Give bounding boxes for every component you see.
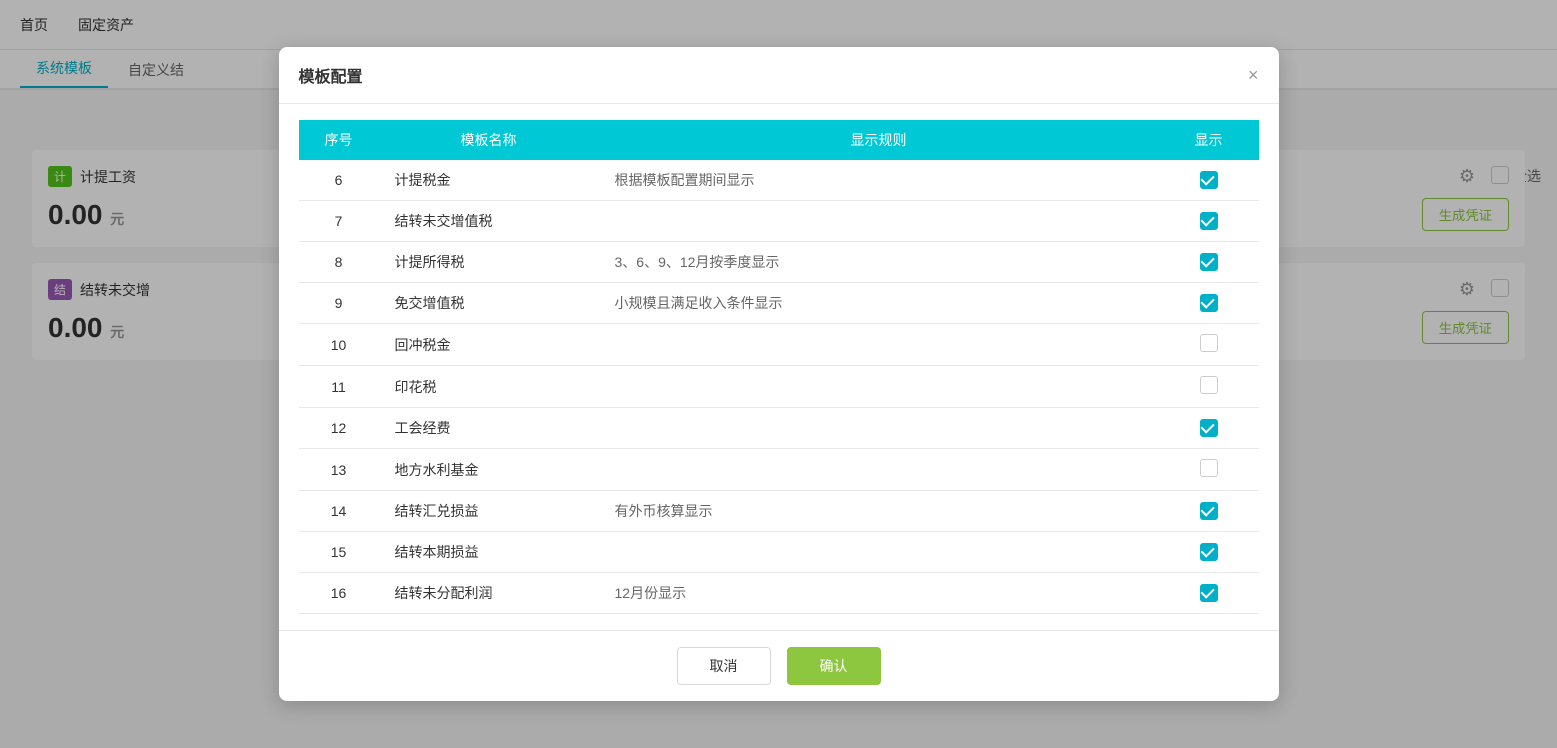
modal-header: 模板配置 × xyxy=(279,47,1279,104)
checkbox-icon[interactable] xyxy=(1200,294,1218,312)
table-row: 7结转未交增值税 xyxy=(299,201,1259,242)
cell-rule xyxy=(599,201,1159,242)
table-row: 13地方水利基金 xyxy=(299,449,1259,491)
cell-name: 回冲税金 xyxy=(379,324,599,366)
cell-checkbox[interactable] xyxy=(1159,242,1259,283)
checkbox-icon[interactable] xyxy=(1200,502,1218,520)
cell-checkbox[interactable] xyxy=(1159,283,1259,324)
cell-id: 12 xyxy=(299,408,379,449)
table-body: 6计提税金根据模板配置期间显示7结转未交增值税8计提所得税3、6、9、12月按季… xyxy=(299,160,1259,614)
checkbox-icon[interactable] xyxy=(1200,543,1218,561)
cell-rule xyxy=(599,449,1159,491)
cell-id: 9 xyxy=(299,283,379,324)
checkbox-icon[interactable] xyxy=(1200,459,1218,477)
table-row: 9免交增值税小规模且满足收入条件显示 xyxy=(299,283,1259,324)
cell-rule: 有外币核算显示 xyxy=(599,491,1159,532)
table-row: 10回冲税金 xyxy=(299,324,1259,366)
cell-id: 15 xyxy=(299,532,379,573)
cell-checkbox[interactable] xyxy=(1159,201,1259,242)
table-row: 6计提税金根据模板配置期间显示 xyxy=(299,160,1259,201)
cell-rule xyxy=(599,532,1159,573)
cell-checkbox[interactable] xyxy=(1159,449,1259,491)
cell-checkbox[interactable] xyxy=(1159,324,1259,366)
cell-name: 地方水利基金 xyxy=(379,449,599,491)
modal-close-button[interactable]: × xyxy=(1248,66,1259,84)
cell-name: 结转未分配利润 xyxy=(379,573,599,614)
checkbox-icon[interactable] xyxy=(1200,253,1218,271)
cell-name: 工会经费 xyxy=(379,408,599,449)
cell-rule: 12月份显示 xyxy=(599,573,1159,614)
col-header-id: 序号 xyxy=(299,120,379,160)
cell-name: 免交增值税 xyxy=(379,283,599,324)
cell-id: 8 xyxy=(299,242,379,283)
cell-rule xyxy=(599,366,1159,408)
cell-checkbox[interactable] xyxy=(1159,573,1259,614)
cell-id: 14 xyxy=(299,491,379,532)
cell-id: 7 xyxy=(299,201,379,242)
cell-id: 13 xyxy=(299,449,379,491)
table-row: 16结转未分配利润12月份显示 xyxy=(299,573,1259,614)
config-table: 序号 模板名称 显示规则 显示 6计提税金根据模板配置期间显示7结转未交增值税8… xyxy=(299,120,1259,614)
cell-rule xyxy=(599,324,1159,366)
cell-name: 计提所得税 xyxy=(379,242,599,283)
modal-body: 序号 模板名称 显示规则 显示 6计提税金根据模板配置期间显示7结转未交增值税8… xyxy=(279,104,1279,630)
checkbox-icon[interactable] xyxy=(1200,212,1218,230)
cell-rule: 小规模且满足收入条件显示 xyxy=(599,283,1159,324)
modal-dialog: 模板配置 × 序号 模板名称 显示规则 显示 6计提税金根据模板配置期间显 xyxy=(279,47,1279,701)
cell-name: 结转汇兑损益 xyxy=(379,491,599,532)
table-header-row: 序号 模板名称 显示规则 显示 xyxy=(299,120,1259,160)
cell-id: 6 xyxy=(299,160,379,201)
cell-checkbox[interactable] xyxy=(1159,532,1259,573)
cell-id: 10 xyxy=(299,324,379,366)
col-header-rule: 显示规则 xyxy=(599,120,1159,160)
checkbox-icon[interactable] xyxy=(1200,334,1218,352)
modal-footer: 取消 确认 xyxy=(279,630,1279,701)
cell-checkbox[interactable] xyxy=(1159,366,1259,408)
table-row: 8计提所得税3、6、9、12月按季度显示 xyxy=(299,242,1259,283)
checkbox-icon[interactable] xyxy=(1200,584,1218,602)
cell-name: 结转未交增值税 xyxy=(379,201,599,242)
col-header-display: 显示 xyxy=(1159,120,1259,160)
checkbox-icon[interactable] xyxy=(1200,171,1218,189)
cell-id: 16 xyxy=(299,573,379,614)
cell-rule: 3、6、9、12月按季度显示 xyxy=(599,242,1159,283)
table-row: 15结转本期损益 xyxy=(299,532,1259,573)
modal-title: 模板配置 xyxy=(299,63,363,87)
table-scroll-container[interactable]: 序号 模板名称 显示规则 显示 6计提税金根据模板配置期间显示7结转未交增值税8… xyxy=(299,120,1259,614)
cell-name: 计提税金 xyxy=(379,160,599,201)
cell-name: 结转本期损益 xyxy=(379,532,599,573)
table-row: 14结转汇兑损益有外币核算显示 xyxy=(299,491,1259,532)
table-row: 11印花税 xyxy=(299,366,1259,408)
confirm-button[interactable]: 确认 xyxy=(787,647,881,685)
cell-checkbox[interactable] xyxy=(1159,160,1259,201)
table-row: 12工会经费 xyxy=(299,408,1259,449)
checkbox-icon[interactable] xyxy=(1200,419,1218,437)
modal-backdrop: 模板配置 × 序号 模板名称 显示规则 显示 6计提税金根据模板配置期间显 xyxy=(0,0,1557,748)
cancel-button[interactable]: 取消 xyxy=(677,647,771,685)
cell-rule xyxy=(599,408,1159,449)
cell-name: 印花税 xyxy=(379,366,599,408)
col-header-name: 模板名称 xyxy=(379,120,599,160)
cell-checkbox[interactable] xyxy=(1159,408,1259,449)
cell-rule: 根据模板配置期间显示 xyxy=(599,160,1159,201)
cell-id: 11 xyxy=(299,366,379,408)
checkbox-icon[interactable] xyxy=(1200,376,1218,394)
cell-checkbox[interactable] xyxy=(1159,491,1259,532)
